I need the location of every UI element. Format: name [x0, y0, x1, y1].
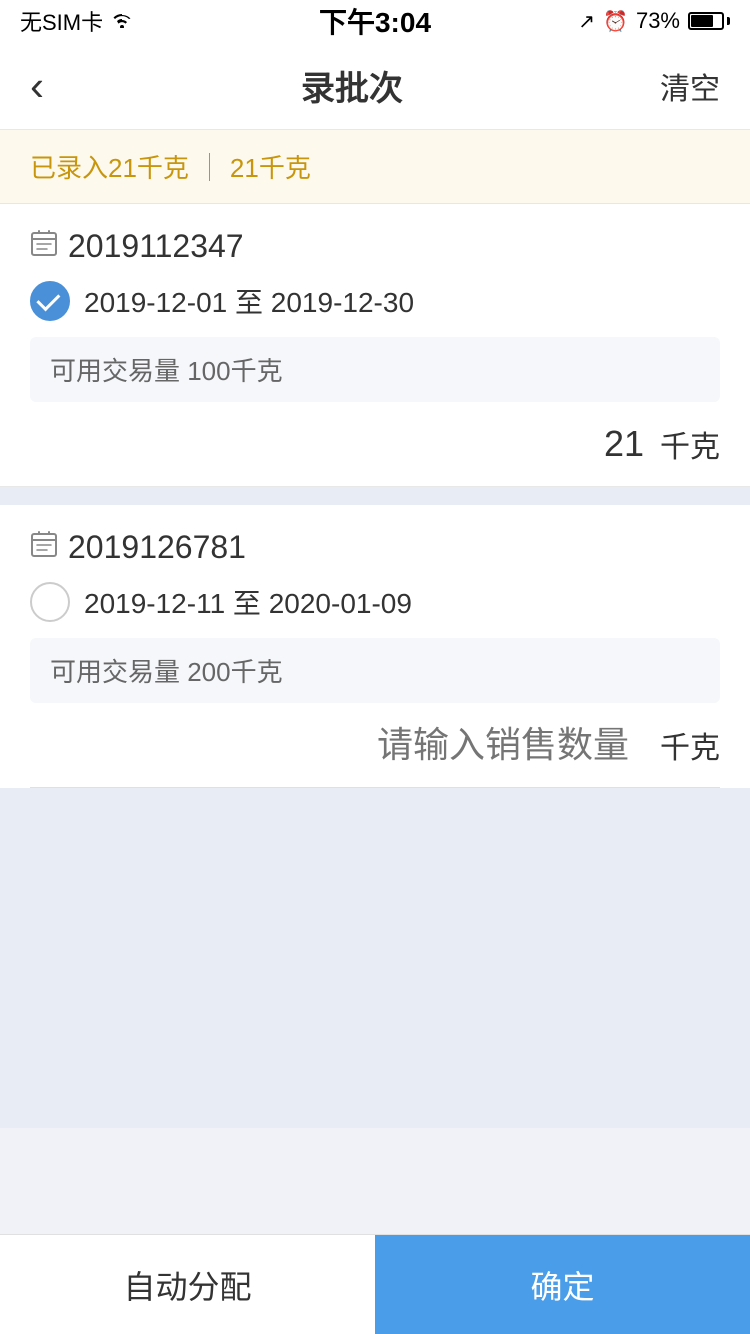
batch-1-header: 2019112347: [0, 204, 750, 265]
back-button[interactable]: ‹: [30, 62, 44, 110]
batch-2-date-row[interactable]: 2019-12-11 至 2020-01-09: [0, 566, 750, 638]
batch-2-amount-unit: 千克: [660, 723, 720, 767]
batch-2-icon: [30, 530, 58, 566]
status-left: 无SIM卡: [20, 5, 133, 37]
wifi-icon: [111, 8, 133, 34]
batch-1-id: 2019112347: [68, 228, 244, 265]
batch-1-date: 2019-12-01 至 2019-12-30: [84, 281, 414, 321]
bottom-bar: 自动分配 确定: [0, 1234, 750, 1334]
section-gap-1: [0, 487, 750, 505]
carrier-text: 无SIM卡: [20, 5, 103, 37]
batch-card-1: 2019112347 2019-12-01 至 2019-12-30 可用交易量…: [0, 204, 750, 487]
confirm-button[interactable]: 确定: [375, 1235, 750, 1334]
battery-icon: [688, 12, 730, 30]
batch-1-amount-value: 21: [604, 423, 644, 465]
nav-title: 录批次: [301, 61, 403, 110]
batch-2-quantity: 可用交易量 200千克: [30, 638, 720, 703]
batch-2-date: 2019-12-11 至 2020-01-09: [84, 582, 412, 622]
batch-1-date-row[interactable]: 2019-12-01 至 2019-12-30: [0, 265, 750, 337]
clear-button[interactable]: 清空: [660, 64, 720, 108]
status-time: 下午3:04: [319, 1, 431, 41]
summary-value: 21千克: [230, 148, 311, 185]
batch-1-quantity-text: 可用交易量 100千克: [50, 356, 283, 386]
batch-1-amount-row: 21 千克: [0, 402, 750, 487]
batch-1-quantity: 可用交易量 100千克: [30, 337, 720, 402]
alarm-icon: ⏰: [603, 9, 628, 34]
status-bar: 无SIM卡 下午3:04 ↗ ⏰ 73%: [0, 0, 750, 42]
auto-distribute-button[interactable]: 自动分配: [0, 1235, 375, 1334]
location-icon: ↗: [578, 9, 595, 34]
batch-2-id: 2019126781: [68, 529, 246, 566]
empty-area: [0, 788, 750, 1128]
status-right: ↗ ⏰ 73%: [578, 8, 730, 34]
batch-2-amount-input[interactable]: [344, 724, 644, 766]
batch-2-header: 2019126781: [0, 505, 750, 566]
batch-2-radio[interactable]: [30, 582, 70, 622]
batch-2-quantity-text: 可用交易量 200千克: [50, 657, 283, 687]
battery-percent: 73%: [636, 8, 680, 34]
nav-bar: ‹ 录批次 清空: [0, 42, 750, 130]
summary-bar: 已录入21千克 21千克: [0, 130, 750, 204]
summary-divider: [209, 153, 210, 181]
batch-1-icon: [30, 229, 58, 265]
summary-label: 已录入21千克: [30, 148, 189, 185]
batch-2-input-wrapper[interactable]: 千克: [0, 703, 750, 787]
batch-1-radio[interactable]: [30, 281, 70, 321]
batch-card-2: 2019126781 2019-12-11 至 2020-01-09 可用交易量…: [0, 505, 750, 788]
batch-1-amount-unit: 千克: [660, 422, 720, 466]
